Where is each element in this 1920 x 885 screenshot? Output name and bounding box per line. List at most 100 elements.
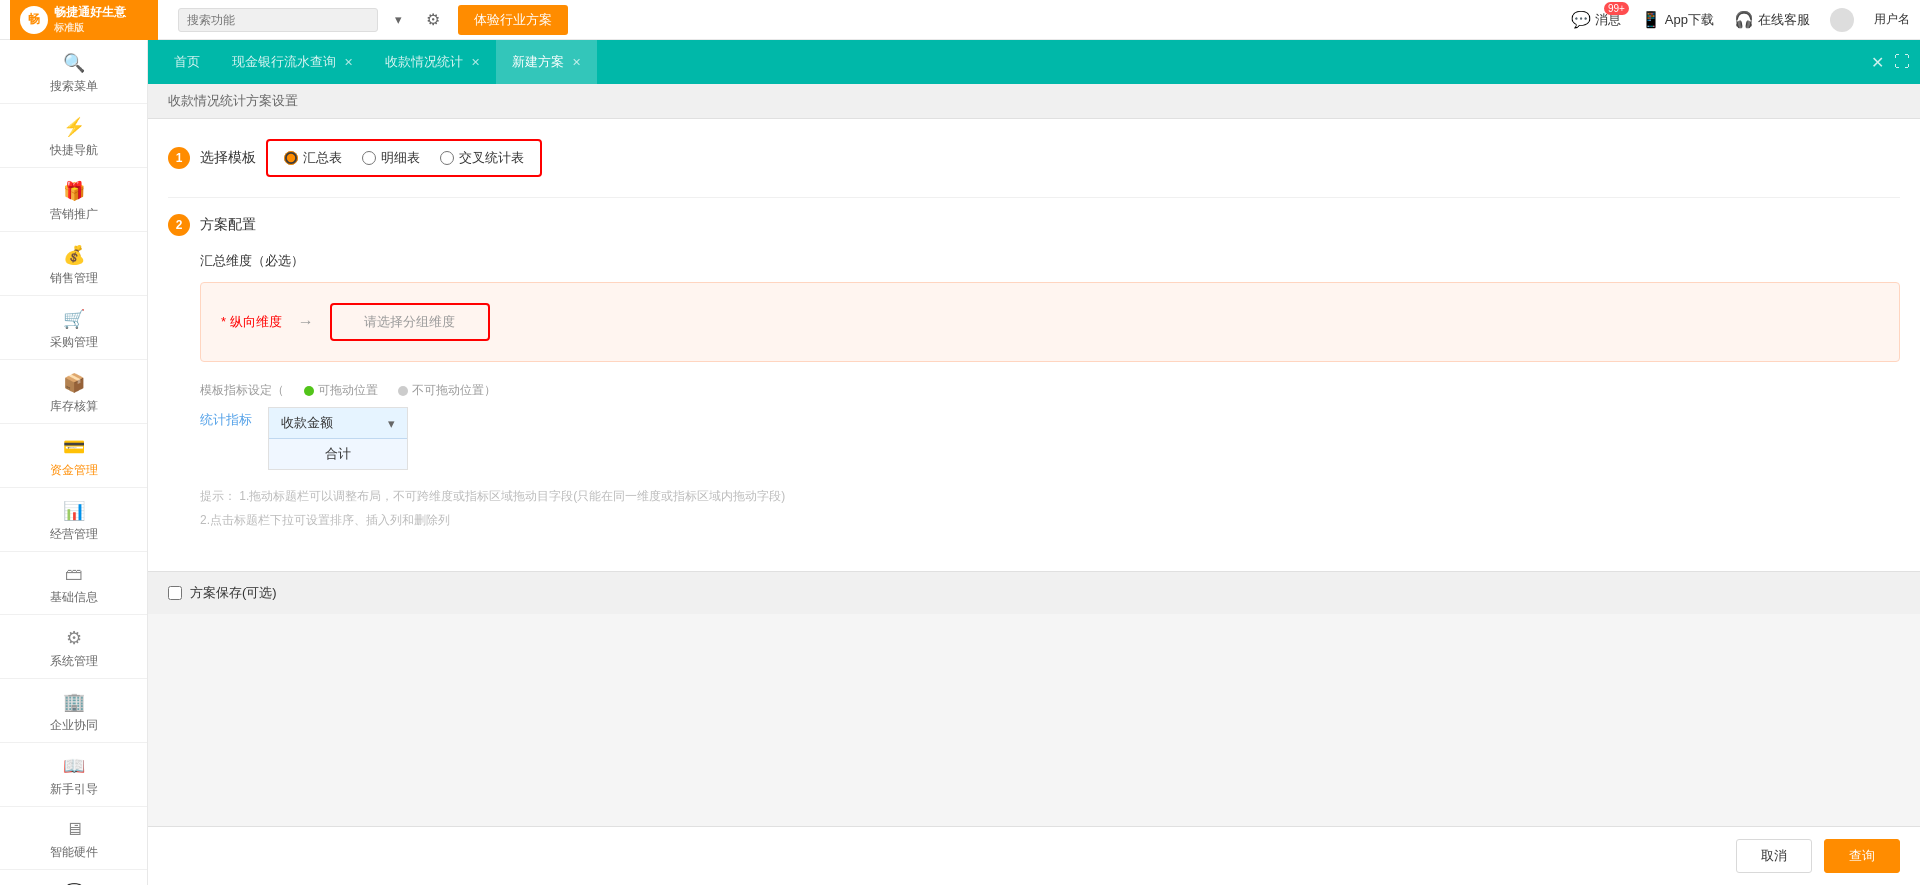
sidebar-item-basic[interactable]: 🗃 基础信息 (0, 552, 147, 615)
page-content: 收款情况统计方案设置 1 选择模板 汇总表 (148, 84, 1920, 826)
app-name: 畅捷通好生意 (54, 4, 126, 21)
notifications-badge: 99+ (1604, 2, 1629, 15)
template-select-box: 汇总表 明细表 交叉统计表 (266, 139, 542, 177)
stats-header: 收款金额 ▾ (269, 408, 407, 439)
sidebar-item-guide[interactable]: 📖 新手引导 (0, 743, 147, 807)
step2-number: 2 (168, 214, 190, 236)
radio-summary-input[interactable] (284, 151, 298, 165)
sidebar-label-enterprise: 企业协同 (50, 717, 98, 734)
sidebar-item-capital[interactable]: 💳 资金管理 (0, 424, 147, 488)
step1-number: 1 (168, 147, 190, 169)
search-dropdown-icon[interactable]: ▾ (388, 10, 408, 30)
radio-detail[interactable]: 明细表 (362, 149, 420, 167)
radio-cross[interactable]: 交叉统计表 (440, 149, 524, 167)
tab-new-plan[interactable]: 新建方案 ✕ (496, 40, 597, 84)
radio-cross-label: 交叉统计表 (459, 149, 524, 167)
tab-collection-stats[interactable]: 收款情况统计 ✕ (369, 40, 496, 84)
tab-new-plan-close[interactable]: ✕ (572, 56, 581, 69)
vertical-dim-label: 纵向维度 (221, 313, 282, 331)
non-draggable-label: 不可拖动位置） (412, 382, 496, 399)
sidebar-label-hardware: 智能硬件 (50, 844, 98, 861)
tab-new-plan-label: 新建方案 (512, 53, 564, 71)
section-divider-1 (168, 197, 1900, 198)
capital-icon: 💳 (63, 436, 85, 458)
stats-body: 合计 (269, 439, 407, 469)
sidebar-label-inventory: 库存核算 (50, 398, 98, 415)
sidebar-label-guide: 新手引导 (50, 781, 98, 798)
non-draggable-indicator: 不可拖动位置） (398, 382, 496, 399)
main-layout: 🔍 搜索菜单 ⚡ 快捷导航 🎁 营销推广 💰 销售管理 🛒 采购管理 📦 库存核… (0, 40, 1920, 885)
stats-label-col: 统计指标 (200, 411, 252, 470)
window-close-icon[interactable]: ✕ (1871, 53, 1884, 72)
search-input[interactable] (178, 8, 378, 32)
hardware-icon: 🖥 (65, 819, 83, 840)
tab-bar-right: ✕ ⛶ (1871, 53, 1910, 72)
gear-icon[interactable]: ⚙ (418, 5, 448, 35)
sidebar-label-capital: 资金管理 (50, 462, 98, 479)
dimension-area: 纵向维度 → 请选择分组维度 (200, 282, 1900, 362)
tab-home[interactable]: 首页 (158, 40, 216, 84)
hint-1: 提示： 1.拖动标题栏可以调整布局，不可跨维度或指标区域拖动目字段(只能在同一维… (200, 486, 1900, 508)
search-menu-icon: 🔍 (63, 52, 85, 74)
notifications-btn[interactable]: 💬 消息 99+ (1571, 10, 1621, 29)
step1-title: 选择模板 (200, 149, 256, 167)
draggable-label: 可拖动位置 (318, 382, 378, 399)
sidebar-item-marketing[interactable]: 🎁 营销推广 (0, 168, 147, 232)
sidebar-item-enterprise[interactable]: 🏢 企业协同 (0, 679, 147, 743)
industry-btn[interactable]: 体验行业方案 (458, 5, 568, 35)
app-download-label: App下载 (1665, 11, 1714, 29)
guide-icon: 📖 (63, 755, 85, 777)
header-right: 💬 消息 99+ 📱 App下载 🎧 在线客服 用户名 (1571, 8, 1910, 32)
sidebar-item-search-menu[interactable]: 🔍 搜索菜单 (0, 40, 147, 104)
cancel-button[interactable]: 取消 (1736, 839, 1812, 873)
sidebar: 🔍 搜索菜单 ⚡ 快捷导航 🎁 营销推广 💰 销售管理 🛒 采购管理 📦 库存核… (0, 40, 148, 885)
dim-select-btn[interactable]: 请选择分组维度 (330, 303, 490, 341)
sidebar-item-wechat[interactable]: 💬 企业微信 (0, 870, 147, 885)
sidebar-item-quick-nav[interactable]: ⚡ 快捷导航 (0, 104, 147, 168)
logo-icon: 畅 (20, 6, 48, 34)
tab-bank-flow[interactable]: 现金银行流水查询 ✕ (216, 40, 369, 84)
hint-2: 2.点击标题栏下拉可设置排序、插入列和删除列 (200, 510, 1900, 532)
user-name[interactable]: 用户名 (1874, 11, 1910, 28)
step2-header: 2 方案配置 (168, 214, 1900, 236)
draggable-dot (304, 386, 314, 396)
online-service-btn[interactable]: 🎧 在线客服 (1734, 10, 1810, 29)
sidebar-label-system: 系统管理 (50, 653, 98, 670)
system-icon: ⚙ (66, 627, 82, 649)
sidebar-item-system[interactable]: ⚙ 系统管理 (0, 615, 147, 679)
operation-icon: 📊 (63, 500, 85, 522)
indicator-label-row: 模板指标设定（ 可拖动位置 不可拖动位置） (200, 382, 1900, 399)
sidebar-item-operation[interactable]: 📊 经营管理 (0, 488, 147, 552)
step1-header: 1 选择模板 汇总表 明细表 (168, 139, 1900, 177)
radio-detail-label: 明细表 (381, 149, 420, 167)
sidebar-item-hardware[interactable]: 🖥 智能硬件 (0, 807, 147, 870)
top-header: 畅 畅捷通好生意 标准版 ▾ ⚙ 体验行业方案 💬 消息 99+ 📱 App下载… (0, 0, 1920, 40)
sidebar-item-sales[interactable]: 💰 销售管理 (0, 232, 147, 296)
sidebar-label-sales: 销售管理 (50, 270, 98, 287)
save-checkbox[interactable] (168, 586, 182, 600)
form-container: 1 选择模板 汇总表 明细表 (148, 119, 1920, 571)
avatar[interactable] (1830, 8, 1854, 32)
inventory-icon: 📦 (63, 372, 85, 394)
window-maximize-icon[interactable]: ⛶ (1894, 53, 1910, 71)
radio-cross-input[interactable] (440, 151, 454, 165)
content-area: 首页 现金银行流水查询 ✕ 收款情况统计 ✕ 新建方案 ✕ ✕ ⛶ (148, 40, 1920, 885)
radio-detail-input[interactable] (362, 151, 376, 165)
step1-section: 1 选择模板 汇总表 明细表 (168, 139, 1900, 177)
non-draggable-dot (398, 386, 408, 396)
sidebar-label-search-menu: 搜索菜单 (50, 78, 98, 95)
query-button[interactable]: 查询 (1824, 839, 1900, 873)
dim-select-placeholder: 请选择分组维度 (364, 314, 455, 329)
tab-collection-stats-label: 收款情况统计 (385, 53, 463, 71)
stats-dropdown-icon[interactable]: ▾ (388, 416, 395, 431)
app-download-btn[interactable]: 📱 App下载 (1641, 10, 1714, 29)
radio-summary-label: 汇总表 (303, 149, 342, 167)
tab-bank-flow-close[interactable]: ✕ (344, 56, 353, 69)
sidebar-label-marketing: 营销推广 (50, 206, 98, 223)
indicator-settings: 模板指标设定（ 可拖动位置 不可拖动位置） (200, 382, 1900, 470)
radio-summary[interactable]: 汇总表 (284, 149, 342, 167)
sidebar-label-purchase: 采购管理 (50, 334, 98, 351)
sidebar-item-inventory[interactable]: 📦 库存核算 (0, 360, 147, 424)
tab-collection-stats-close[interactable]: ✕ (471, 56, 480, 69)
sidebar-item-purchase[interactable]: 🛒 采购管理 (0, 296, 147, 360)
